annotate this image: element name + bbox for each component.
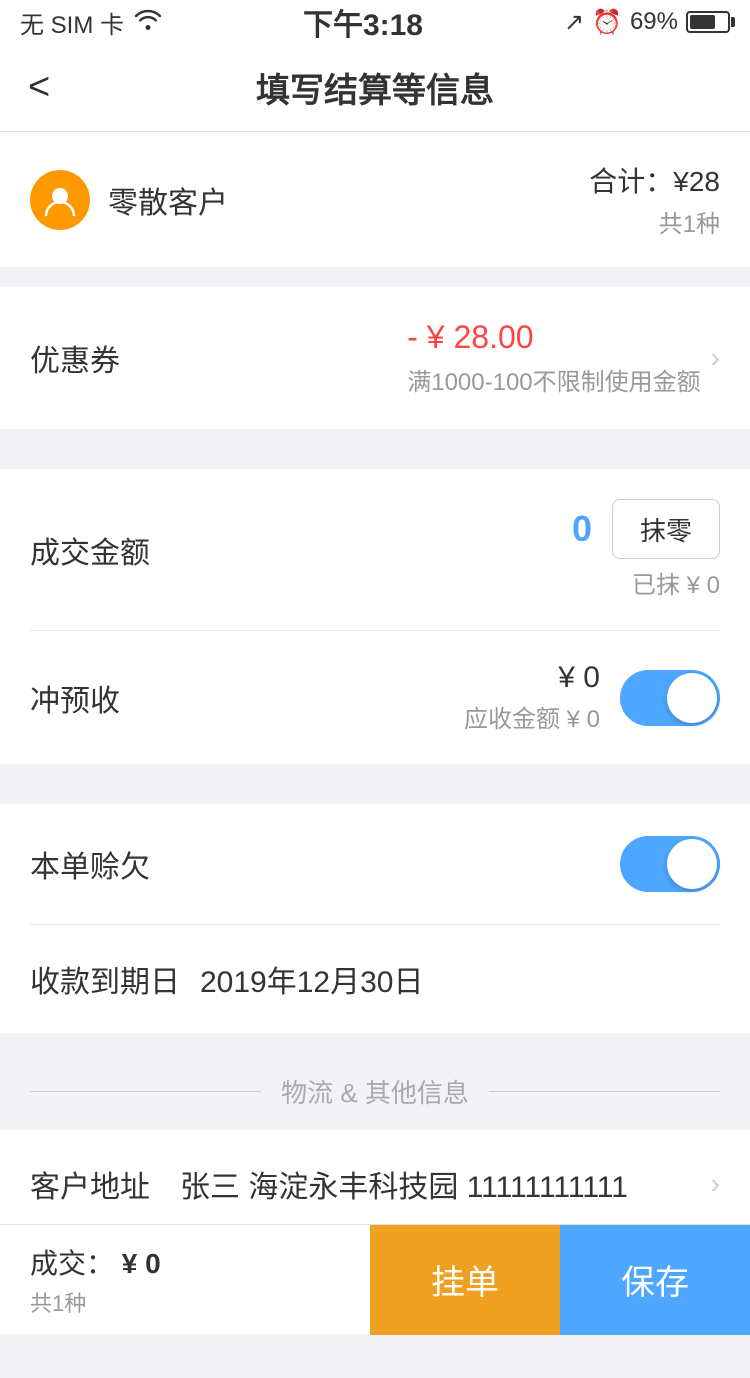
status-bar: 无 SIM 卡 下午3:18 ↗ ⏰ 69% xyxy=(0,0,750,44)
address-section[interactable]: 客户地址 张三 海淀永丰科技园 11111111111 › xyxy=(0,1130,750,1238)
prepay-row: 冲预收 ¥ 0 应收金额 ¥ 0 xyxy=(0,631,750,764)
status-left: 无 SIM 卡 xyxy=(20,5,162,40)
content-area: 零散客户 合计：¥28 共1种 优惠券 - ¥ 28.00 满1000-100不… xyxy=(0,132,750,1378)
due-date-row: 收款到期日 2019年12月30日 xyxy=(0,925,750,1033)
transaction-label: 成交金额 xyxy=(30,528,150,572)
address-chevron-icon: › xyxy=(711,1168,720,1200)
location-icon: ↗ xyxy=(564,8,584,37)
transaction-sub: 已抹 ¥ 0 xyxy=(572,565,720,600)
bottom-summary: 成交： ¥ 0 共1种 xyxy=(0,1242,370,1318)
debit-label: 本单赊欠 xyxy=(30,842,150,886)
wifi-icon xyxy=(134,8,162,37)
status-right: ↗ ⏰ 69% xyxy=(564,8,730,37)
prepay-toggle[interactable] xyxy=(620,670,720,726)
coupon-description: 满1000-100不限制使用金额 xyxy=(407,362,700,397)
due-date-label: 收款到期日 xyxy=(30,957,180,1001)
no-sim-text: 无 SIM 卡 xyxy=(20,5,124,40)
round-button[interactable]: 抹零 xyxy=(612,499,720,559)
toggle-knob xyxy=(667,673,717,723)
summary-amount: ¥ 0 xyxy=(122,1248,161,1279)
page-title: 填写结算等信息 xyxy=(256,63,494,112)
total-label: 合计：¥28 xyxy=(589,160,720,200)
address-value: 张三 海淀永丰科技园 11111111111 xyxy=(180,1162,711,1206)
customer-info: 零散客户 xyxy=(30,170,228,230)
summary-top: 成交： ¥ 0 xyxy=(30,1242,340,1282)
address-row[interactable]: 客户地址 张三 海淀永丰科技园 11111111111 › xyxy=(0,1130,750,1238)
coupon-row[interactable]: 优惠券 - ¥ 28.00 满1000-100不限制使用金额 › xyxy=(0,287,750,429)
sep-line-right xyxy=(489,1091,720,1092)
alarm-icon: ⏰ xyxy=(592,8,622,37)
customer-name: 零散客户 xyxy=(108,178,228,222)
due-date-value: 2019年12月30日 xyxy=(200,957,423,1001)
customer-total: 合计：¥28 共1种 xyxy=(589,160,720,239)
address-key: 客户地址 xyxy=(30,1162,150,1206)
debit-row: 本单赊欠 xyxy=(0,804,750,924)
transaction-right: 0 抹零 已抹 ¥ 0 xyxy=(572,499,720,600)
logistics-label: 物流 & 其他信息 xyxy=(281,1073,469,1110)
debit-toggle-knob xyxy=(667,839,717,889)
coupon-section[interactable]: 优惠券 - ¥ 28.00 满1000-100不限制使用金额 › xyxy=(0,287,750,429)
debit-section: 本单赊欠 收款到期日 2019年12月30日 xyxy=(0,804,750,1033)
prepay-label: 冲预收 xyxy=(30,676,120,720)
bottom-bar: 成交： ¥ 0 共1种 挂单 保存 xyxy=(0,1224,750,1334)
prepay-amounts: ¥ 0 应收金额 ¥ 0 xyxy=(464,661,600,734)
coupon-right: - ¥ 28.00 满1000-100不限制使用金额 › xyxy=(407,319,720,397)
transaction-value: 0 xyxy=(572,508,592,550)
customer-avatar xyxy=(30,170,90,230)
summary-label: 成交： xyxy=(30,1248,114,1279)
debit-toggle[interactable] xyxy=(620,836,720,892)
transaction-controls: 0 抹零 xyxy=(572,499,720,559)
summary-count: 共1种 xyxy=(30,1286,340,1318)
battery-percent: 69% xyxy=(630,8,678,36)
section-gap-1 xyxy=(0,449,750,469)
battery-icon xyxy=(686,11,730,33)
hang-button[interactable]: 挂单 xyxy=(370,1225,560,1335)
total-count: 共1种 xyxy=(589,204,720,239)
coupon-discount: - ¥ 28.00 xyxy=(407,319,700,356)
logistics-separator: 物流 & 其他信息 xyxy=(0,1053,750,1130)
prepay-sub-amount: 应收金额 ¥ 0 xyxy=(464,699,600,734)
nav-bar: < 填写结算等信息 xyxy=(0,44,750,132)
chevron-right-icon: › xyxy=(711,342,720,374)
sep-line-left xyxy=(30,1091,261,1092)
customer-row: 零散客户 合计：¥28 共1种 xyxy=(0,132,750,267)
section-gap-2 xyxy=(0,784,750,804)
save-button[interactable]: 保存 xyxy=(560,1225,750,1335)
prepay-right: ¥ 0 应收金额 ¥ 0 xyxy=(464,661,720,734)
prepay-main-amount: ¥ 0 xyxy=(464,661,600,695)
back-button[interactable]: < xyxy=(28,66,50,109)
coupon-label: 优惠券 xyxy=(30,336,120,380)
status-time: 下午3:18 xyxy=(303,0,423,44)
customer-section: 零散客户 合计：¥28 共1种 xyxy=(0,132,750,267)
transaction-row: 成交金额 0 抹零 已抹 ¥ 0 xyxy=(0,469,750,630)
transaction-section: 成交金额 0 抹零 已抹 ¥ 0 冲预收 ¥ 0 应收金额 ¥ 0 xyxy=(0,469,750,764)
